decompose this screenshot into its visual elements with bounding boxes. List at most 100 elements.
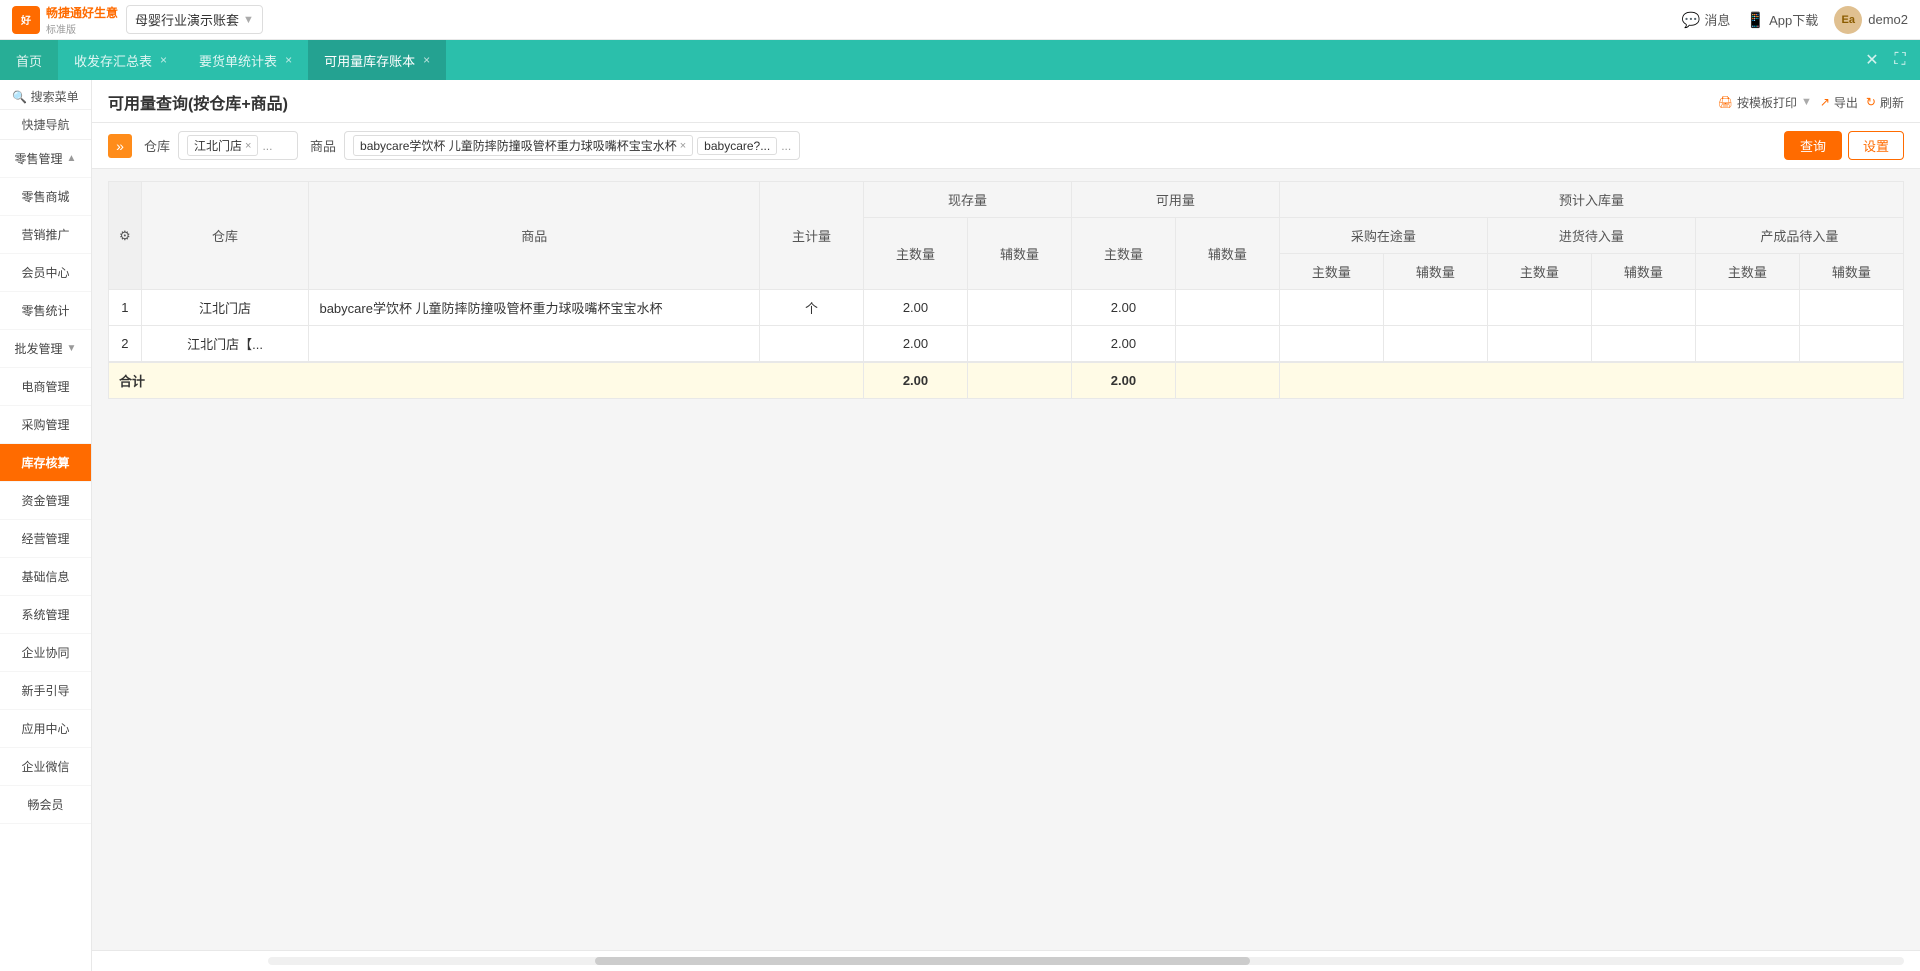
close-icon[interactable]: ×	[423, 53, 430, 67]
sidebar-item-label: 新手引导	[21, 682, 69, 699]
chevron-down-icon: ▼	[243, 14, 254, 26]
row-manufactured-aux	[1799, 326, 1903, 363]
close-window-btn[interactable]: ✕	[1860, 48, 1884, 72]
current-stock-group-header: 现存量	[863, 182, 1071, 218]
refresh-btn[interactable]: ↻ 刷新	[1866, 94, 1904, 111]
available-main-header: 主数量	[1071, 218, 1175, 290]
sidebar-item-inventory[interactable]: 库存核算	[0, 444, 91, 482]
message-btn[interactable]: 💬 消息	[1682, 10, 1731, 29]
data-table: ⚙ 仓库 商品 主计量 现存量 可用量 预计入库量 主数量 辅数量 主数量 辅数…	[108, 181, 1904, 399]
sidebar-item-vip[interactable]: 畅会员	[0, 786, 91, 824]
tab-receivable-label: 收发存汇总表	[74, 51, 152, 70]
purchase-transit-header: 采购在途量	[1279, 218, 1487, 254]
sidebar-item-label: 企业微信	[21, 758, 69, 775]
sidebar-item-label: 零售管理	[15, 150, 63, 167]
sidebar-item-label: 基础信息	[21, 568, 69, 585]
filter-toggle-btn[interactable]: »	[108, 134, 132, 158]
settings-col-header[interactable]: ⚙	[109, 182, 142, 290]
page-title: 可用量查询(按仓库+商品)	[108, 90, 288, 114]
scrollbar-thumb[interactable]	[595, 957, 1249, 965]
row-stock-main: 2.00	[863, 290, 967, 326]
table-row: 2 江北门店【... 2.00 2.00	[109, 326, 1904, 363]
warehouse-tag: 江北门店 ×	[187, 135, 258, 156]
summary-stock-main: 2.00	[863, 362, 967, 399]
sidebar-item-member[interactable]: 会员中心	[0, 254, 91, 292]
tab-home[interactable]: 首页	[0, 40, 58, 80]
remove-warehouse-icon[interactable]: ×	[245, 140, 251, 152]
sidebar-item-newbie[interactable]: 新手引导	[0, 672, 91, 710]
row-warehouse: 江北门店【...	[141, 326, 309, 363]
sidebar-item-wholesale-mgmt[interactable]: 批发管理 ▼	[0, 330, 91, 368]
query-btn[interactable]: 查询	[1784, 131, 1842, 160]
filter-bar: » 仓库 江北门店 × ... 商品 babycare学饮杯 儿童防摔防撞吸管杯…	[92, 123, 1920, 169]
row-index: 2	[109, 326, 142, 363]
sidebar-item-retail-stats[interactable]: 零售统计	[0, 292, 91, 330]
table-row: 1 江北门店 babycare学饮杯 儿童防摔防撞吸管杯重力球吸嘴杯宝宝水杯 个…	[109, 290, 1904, 326]
manufactured-aux-header: 辅数量	[1799, 254, 1903, 290]
row-available-aux	[1175, 290, 1279, 326]
row-incoming-aux	[1591, 326, 1695, 363]
product-input[interactable]: babycare学饮杯 儿童防摔防撞吸管杯重力球吸嘴杯宝宝水杯 × babyca…	[344, 131, 800, 160]
sidebar-item-retail-mall[interactable]: 零售商城	[0, 178, 91, 216]
sidebar-item-label: 会员中心	[21, 264, 69, 281]
sidebar-quick-nav[interactable]: 快捷导航	[0, 110, 91, 140]
tab-available-stock[interactable]: 可用量库存账本 ×	[308, 40, 446, 80]
gear-icon: ⚙	[119, 228, 131, 243]
sidebar-item-label: 采购管理	[21, 416, 69, 433]
user-menu[interactable]: Ea demo2	[1834, 6, 1908, 34]
summary-available-main: 2.00	[1071, 362, 1175, 399]
close-icon[interactable]: ×	[160, 53, 167, 67]
industry-selector[interactable]: 母婴行业演示账套 ▼	[126, 5, 263, 34]
unit-col-header: 主计量	[760, 182, 864, 290]
stock-aux-header: 辅数量	[967, 218, 1071, 290]
sidebar-item-label: 库存核算	[21, 454, 69, 471]
sidebar-item-wechat-enterprise[interactable]: 企业微信	[0, 748, 91, 786]
warehouse-col-header: 仓库	[141, 182, 309, 290]
more-warehouse-btn[interactable]: ...	[262, 139, 272, 153]
sidebar-item-ops[interactable]: 经营管理	[0, 520, 91, 558]
sidebar-item-finance[interactable]: 资金管理	[0, 482, 91, 520]
tab-order-stats[interactable]: 要货单统计表 ×	[183, 40, 308, 80]
filter-group-product: 商品 babycare学饮杯 儿童防摔防撞吸管杯重力球吸嘴杯宝宝水杯 × bab…	[310, 131, 800, 160]
manufactured-main-header: 主数量	[1695, 254, 1799, 290]
remove-product1-icon[interactable]: ×	[680, 140, 686, 152]
product-label: 商品	[310, 136, 336, 155]
top-bar-left: 好 畅捷通好生意 标准版 母婴行业演示账套 ▼	[12, 4, 263, 36]
sidebar-item-label: 企业协同	[21, 644, 69, 661]
chevron-icon: ▲	[67, 153, 77, 164]
sidebar-item-marketing[interactable]: 营销推广	[0, 216, 91, 254]
sidebar-item-basics[interactable]: 基础信息	[0, 558, 91, 596]
row-product: babycare学饮杯 儿童防摔防撞吸管杯重力球吸嘴杯宝宝水杯	[309, 290, 760, 326]
sidebar-item-enterprise[interactable]: 企业协同	[0, 634, 91, 672]
search-icon: 🔍	[12, 90, 27, 104]
more-product-btn[interactable]: ...	[781, 139, 791, 153]
horizontal-scrollbar[interactable]	[268, 957, 1904, 965]
export-btn[interactable]: ↗ 导出	[1820, 94, 1858, 111]
warehouse-input[interactable]: 江北门店 × ...	[178, 131, 298, 160]
maximize-btn[interactable]: ⛶	[1888, 48, 1912, 72]
app-download-btn[interactable]: 📱 App下载	[1746, 10, 1818, 29]
sidebar-item-ecommerce[interactable]: 电商管理	[0, 368, 91, 406]
row-available-main: 2.00	[1071, 326, 1175, 363]
print-btn[interactable]: 🖨 按模板打印 ▼	[1718, 94, 1812, 111]
sidebar-item-label: 电商管理	[21, 378, 69, 395]
row-unit	[760, 326, 864, 363]
sidebar-item-retail-mgmt[interactable]: 零售管理 ▲	[0, 140, 91, 178]
sidebar: 🔍 搜索菜单 快捷导航 零售管理 ▲ 零售商城 营销推广 会员中心 零售统计	[0, 80, 92, 971]
incoming-aux-header: 辅数量	[1591, 254, 1695, 290]
sidebar-search[interactable]: 🔍 搜索菜单	[0, 80, 91, 110]
page-header: 可用量查询(按仓库+商品) 🖨 按模板打印 ▼ ↗ 导出 ↻ 刷新	[92, 80, 1920, 123]
row-index: 1	[109, 290, 142, 326]
sidebar-item-system[interactable]: 系统管理	[0, 596, 91, 634]
sidebar-item-label: 应用中心	[21, 720, 69, 737]
main-layout: 🔍 搜索菜单 快捷导航 零售管理 ▲ 零售商城 营销推广 会员中心 零售统计	[0, 80, 1920, 971]
chevron-icon: ▼	[67, 343, 77, 354]
row-incoming-main	[1487, 326, 1591, 363]
sidebar-item-purchase[interactable]: 采购管理	[0, 406, 91, 444]
settings-btn[interactable]: 设置	[1848, 131, 1904, 160]
tab-receivable[interactable]: 收发存汇总表 ×	[58, 40, 183, 80]
purchase-transit-aux-header: 辅数量	[1383, 254, 1487, 290]
sidebar-item-app-center[interactable]: 应用中心	[0, 710, 91, 748]
close-icon[interactable]: ×	[285, 53, 292, 67]
warehouse-label: 仓库	[144, 136, 170, 155]
